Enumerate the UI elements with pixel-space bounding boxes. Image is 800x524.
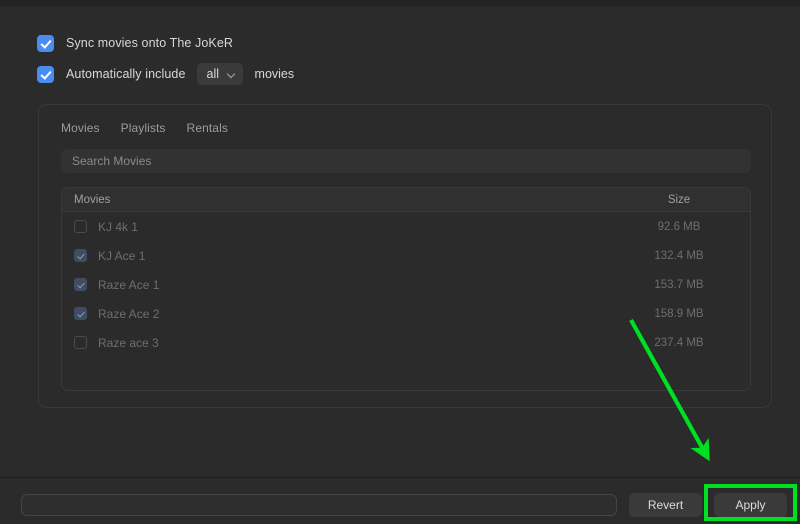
- movie-title: Raze ace 3: [98, 336, 159, 350]
- tab-rentals[interactable]: Rentals: [187, 121, 228, 135]
- movies-panel: Movies Playlists Rentals Search Movies M…: [38, 104, 772, 408]
- sync-movies-option-row[interactable]: Sync movies onto The JoKeR: [37, 33, 233, 53]
- column-header-movies: Movies: [62, 194, 614, 206]
- chevron-down-icon: [228, 71, 235, 78]
- row-checkbox[interactable]: [74, 278, 87, 291]
- sync-movies-checkbox[interactable]: [37, 35, 54, 52]
- movie-name-cell: KJ Ace 1: [62, 249, 614, 263]
- movie-name-cell: KJ 4k 1: [62, 220, 614, 234]
- movie-size: 153.7 MB: [614, 279, 750, 291]
- table-row[interactable]: Raze ace 3 237.4 MB: [62, 328, 750, 357]
- tab-playlists[interactable]: Playlists: [121, 121, 166, 135]
- apply-button[interactable]: Apply: [714, 493, 787, 517]
- bottom-bar: Revert Apply: [0, 477, 800, 524]
- capacity-bar: [21, 494, 617, 516]
- tab-movies[interactable]: Movies: [61, 121, 100, 135]
- row-checkbox[interactable]: [74, 307, 87, 320]
- movie-title: Raze Ace 2: [98, 307, 159, 321]
- sync-movies-label: Sync movies onto The JoKeR: [66, 36, 233, 50]
- movie-name-cell: Raze Ace 2: [62, 307, 614, 321]
- movie-title: KJ 4k 1: [98, 220, 138, 234]
- row-checkbox[interactable]: [74, 220, 87, 233]
- column-header-size: Size: [614, 194, 750, 206]
- auto-include-label-after: movies: [255, 67, 295, 81]
- search-placeholder: Search Movies: [72, 154, 151, 168]
- window-top-strip: [0, 0, 800, 6]
- movie-size: 132.4 MB: [614, 250, 750, 262]
- table-row[interactable]: KJ 4k 1 92.6 MB: [62, 212, 750, 241]
- auto-include-checkbox[interactable]: [37, 66, 54, 83]
- table-row[interactable]: Raze Ace 2 158.9 MB: [62, 299, 750, 328]
- movies-list-header: Movies Size: [62, 188, 750, 212]
- row-checkbox[interactable]: [74, 336, 87, 349]
- revert-button[interactable]: Revert: [629, 493, 702, 517]
- movies-list: Movies Size KJ 4k 1 92.6 MB KJ Ace 1 132…: [61, 187, 751, 391]
- search-input[interactable]: Search Movies: [61, 149, 751, 173]
- movie-size: 237.4 MB: [614, 337, 750, 349]
- movie-size: 158.9 MB: [614, 308, 750, 320]
- panel-tabs: Movies Playlists Rentals: [61, 121, 228, 135]
- sync-settings-screen: Sync movies onto The JoKeR Automatically…: [0, 0, 800, 523]
- movie-title: Raze Ace 1: [98, 278, 159, 292]
- auto-include-label-before: Automatically include: [66, 67, 186, 81]
- movie-name-cell: Raze ace 3: [62, 336, 614, 350]
- auto-include-dropdown-value: all: [207, 67, 220, 81]
- table-row[interactable]: Raze Ace 1 153.7 MB: [62, 270, 750, 299]
- auto-include-dropdown[interactable]: all: [197, 63, 243, 85]
- auto-include-option-row[interactable]: Automatically include all movies: [37, 64, 294, 84]
- movie-size: 92.6 MB: [614, 221, 750, 233]
- table-row[interactable]: KJ Ace 1 132.4 MB: [62, 241, 750, 270]
- movie-name-cell: Raze Ace 1: [62, 278, 614, 292]
- movie-title: KJ Ace 1: [98, 249, 145, 263]
- row-checkbox[interactable]: [74, 249, 87, 262]
